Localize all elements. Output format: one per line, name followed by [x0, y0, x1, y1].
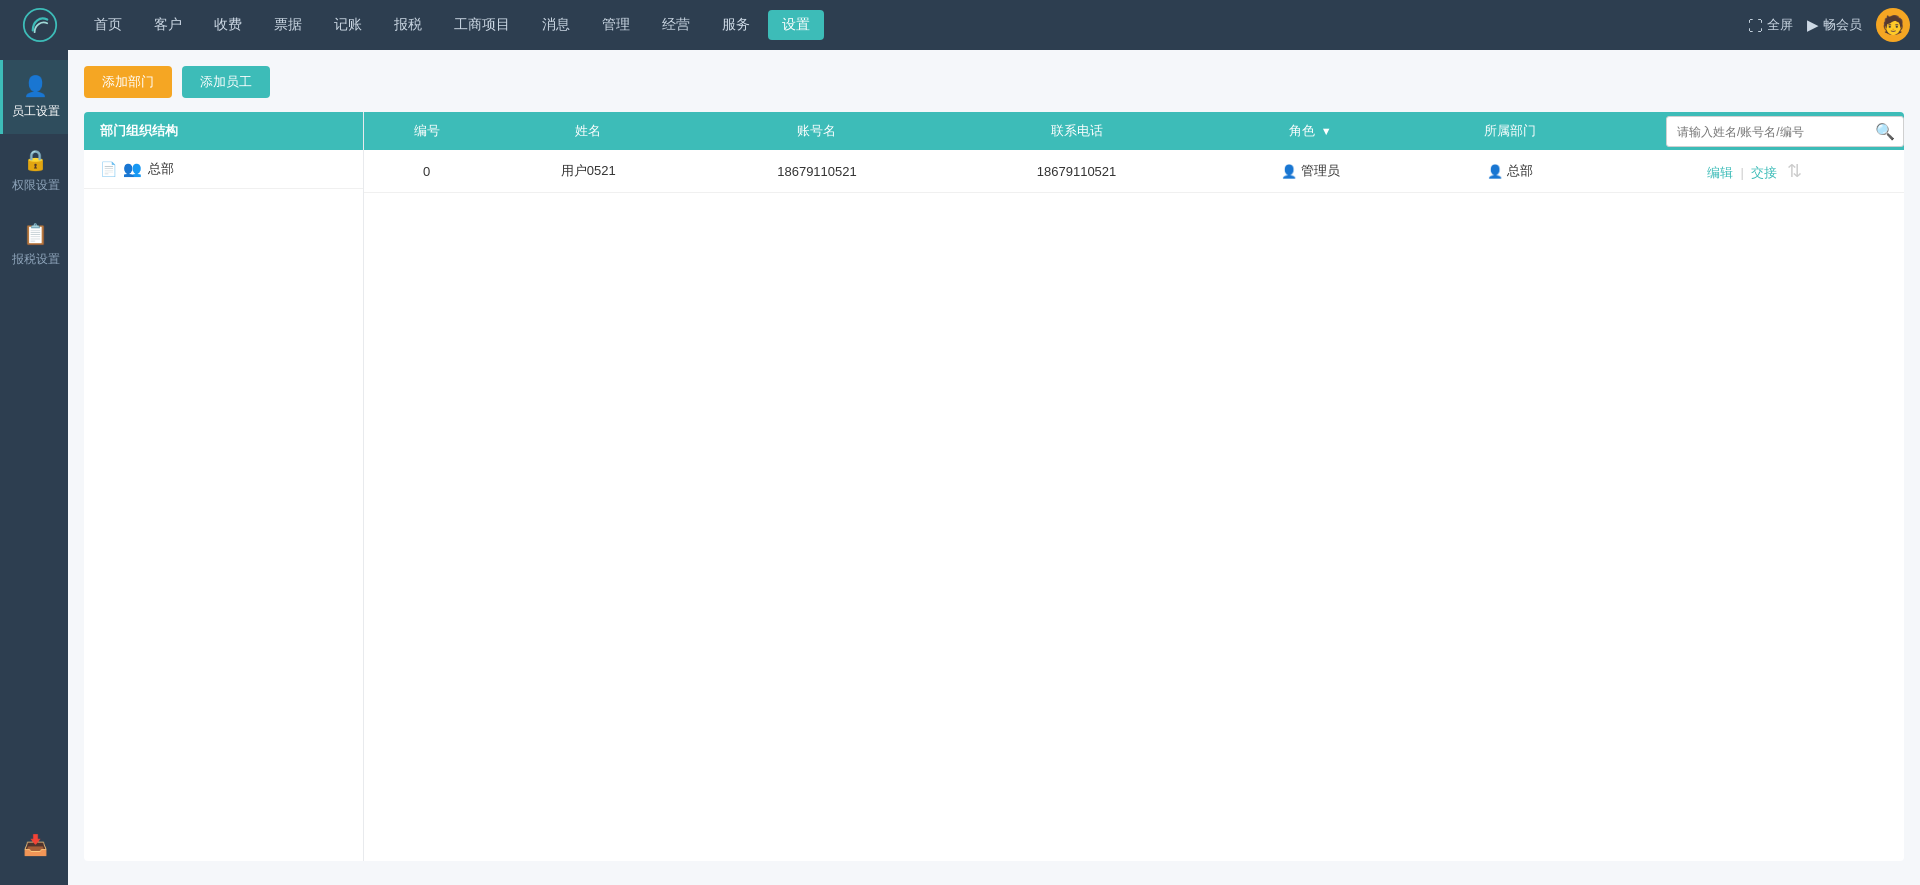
- cell-name: 用户0521: [489, 150, 687, 193]
- download-icon: 📥: [23, 833, 48, 857]
- action-bar: 添加部门 添加员工: [84, 66, 1904, 98]
- dept-tree: 部门组织结构 📄 👥 总部: [84, 112, 364, 861]
- search-wrapper: 🔍: [1666, 116, 1904, 147]
- col-name: 姓名: [489, 112, 687, 150]
- cell-dept: 👤 总部: [1414, 150, 1605, 193]
- svg-point-0: [24, 9, 56, 41]
- sidebar-item-permission[interactable]: 🔒 权限设置: [0, 134, 68, 208]
- permission-icon: 🔒: [23, 148, 48, 172]
- dept-user-icon-row: 👤: [1487, 164, 1503, 179]
- fullscreen-label: 全屏: [1767, 16, 1793, 34]
- sidebar: 👤 员工设置 🔒 权限设置 📋 报税设置 📥: [0, 50, 68, 885]
- cell-phone: 18679110521: [947, 150, 1207, 193]
- search-icon: 🔍: [1875, 123, 1895, 140]
- handover-link[interactable]: 交接: [1751, 165, 1777, 180]
- role-user-icon: 👤: [1281, 164, 1297, 179]
- sidebar-item-taxsettings[interactable]: 📋 报税设置: [0, 208, 68, 282]
- add-dept-button[interactable]: 添加部门: [84, 66, 172, 98]
- dept-file-icon: 📄: [100, 161, 117, 177]
- dept-label: 总部: [1507, 162, 1533, 180]
- dept-tree-item-0[interactable]: 📄 👥 总部: [84, 150, 363, 189]
- nav-fee[interactable]: 收费: [200, 10, 256, 40]
- nav-bill[interactable]: 票据: [260, 10, 316, 40]
- cell-ops: 编辑 | 交接 ⇅: [1605, 150, 1904, 193]
- search-button[interactable]: 🔍: [1867, 117, 1903, 146]
- nav-account[interactable]: 记账: [320, 10, 376, 40]
- table-body: 0 用户0521 18679110521 18679110521 👤 管理员: [364, 150, 1904, 193]
- avatar[interactable]: 🧑: [1876, 8, 1910, 42]
- nav-tax[interactable]: 报税: [380, 10, 436, 40]
- sidebar-label-taxsettings: 报税设置: [12, 251, 60, 268]
- sidebar-item-download[interactable]: 📥: [14, 819, 54, 871]
- nav-items: 首页 客户 收费 票据 记账 报税 工商项目 消息 管理 经营 服务 设置: [80, 10, 1748, 40]
- role-label: 管理员: [1301, 162, 1340, 180]
- col-role: 角色 ▼: [1206, 112, 1414, 150]
- main-layout: 👤 员工设置 🔒 权限设置 📋 报税设置 📥 添加部门 添加员工 🔍: [0, 50, 1920, 885]
- cell-role: 👤 管理员: [1206, 150, 1414, 193]
- vip-btn[interactable]: ▶ 畅会员: [1807, 16, 1862, 34]
- employee-icon: 👤: [23, 74, 48, 98]
- sidebar-item-employee[interactable]: 👤 员工设置: [0, 60, 68, 134]
- col-dept: 所属部门: [1414, 112, 1605, 150]
- nav-service[interactable]: 服务: [708, 10, 764, 40]
- search-input[interactable]: [1667, 120, 1867, 144]
- nav-operation[interactable]: 经营: [648, 10, 704, 40]
- dept-tree-header: 部门组织结构: [84, 112, 363, 150]
- role-filter-icon[interactable]: ▼: [1321, 125, 1332, 137]
- sidebar-label-permission: 权限设置: [12, 177, 60, 194]
- nav-business[interactable]: 工商项目: [440, 10, 524, 40]
- nav-customer[interactable]: 客户: [140, 10, 196, 40]
- logo: [10, 7, 70, 43]
- nav-message[interactable]: 消息: [528, 10, 584, 40]
- edit-link[interactable]: 编辑: [1707, 165, 1733, 180]
- add-employee-button[interactable]: 添加员工: [182, 66, 270, 98]
- top-nav: 首页 客户 收费 票据 记账 报税 工商项目 消息 管理 经营 服务 设置 ⛶ …: [0, 0, 1920, 50]
- scroll-arrows[interactable]: ⇅: [1787, 161, 1802, 181]
- sidebar-label-employee: 员工设置: [12, 103, 60, 120]
- col-id: 编号: [364, 112, 489, 150]
- logo-icon: [22, 7, 58, 43]
- right-panel: 编号 姓名 账号名 联系电话 角色 ▼ 所属部门 操作: [364, 112, 1904, 861]
- main-panel: 部门组织结构 📄 👥 总部 编号 姓名 账号名 联系电话: [84, 112, 1904, 861]
- taxsettings-icon: 📋: [23, 222, 48, 246]
- cell-id: 0: [364, 150, 489, 193]
- content-area: 添加部门 添加员工 🔍 部门组织结构 📄 👥 总部: [68, 50, 1920, 885]
- vip-label: 畅会员: [1823, 16, 1862, 34]
- dept-name-label: 总部: [148, 160, 174, 178]
- col-account: 账号名: [687, 112, 947, 150]
- nav-settings[interactable]: 设置: [768, 10, 824, 40]
- nav-home[interactable]: 首页: [80, 10, 136, 40]
- nav-manage[interactable]: 管理: [588, 10, 644, 40]
- col-phone: 联系电话: [947, 112, 1207, 150]
- dept-user-icon: 👥: [123, 160, 142, 178]
- table-row: 0 用户0521 18679110521 18679110521 👤 管理员: [364, 150, 1904, 193]
- cell-account: 18679110521: [687, 150, 947, 193]
- right-tools: ⛶ 全屏 ▶ 畅会员 🧑: [1748, 8, 1910, 42]
- fullscreen-icon: ⛶: [1748, 17, 1763, 34]
- fullscreen-btn[interactable]: ⛶ 全屏: [1748, 16, 1793, 34]
- vip-icon: ▶: [1807, 16, 1819, 34]
